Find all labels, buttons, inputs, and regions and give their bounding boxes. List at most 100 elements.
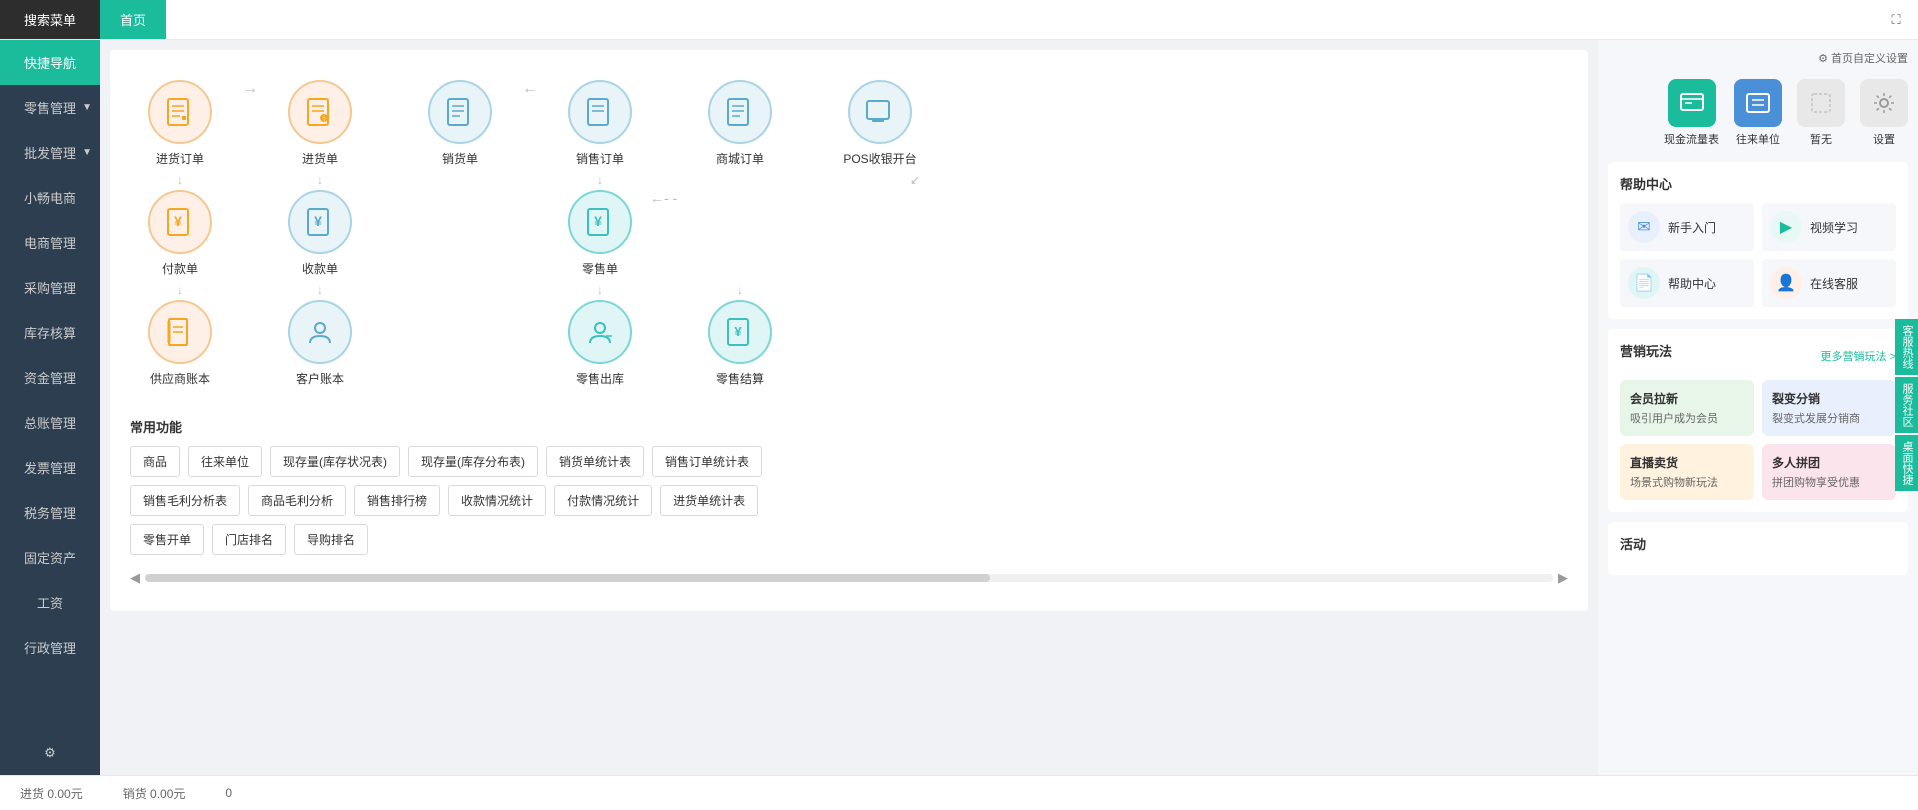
- func-btn-payment-stat[interactable]: 付款情况统计: [554, 485, 652, 516]
- flow-node-sales[interactable]: 销货单: [410, 80, 510, 167]
- home-custom-settings[interactable]: ⚙ 首页自定义设置: [1818, 50, 1908, 66]
- sidebar-item-xiaochangec[interactable]: 小畅电商: [0, 175, 100, 220]
- flow-node-purchase[interactable]: ↑ 进货单: [270, 80, 370, 167]
- mall-order-icon: [708, 80, 772, 144]
- quick-icon-settings[interactable]: 设置: [1860, 79, 1908, 147]
- sidebar-item-wholesale[interactable]: 批发管理 ▼: [0, 130, 100, 175]
- sidebar-item-admin[interactable]: 行政管理: [0, 625, 100, 670]
- func-btn-stock-status[interactable]: 现存量(库存状况表): [270, 446, 400, 477]
- sidebar: 快捷导航 零售管理 ▼ 批发管理 ▼ 小畅电商 电商管理 采购管理 库存核算 资…: [0, 40, 100, 775]
- v-arrow-4: ↙: [910, 172, 920, 188]
- marketing-item-member[interactable]: 会员拉新 吸引用户成为会员: [1620, 380, 1754, 436]
- arrow-left-1: ←: [510, 80, 550, 124]
- sidebar-item-salary[interactable]: 工资: [0, 580, 100, 625]
- supplier-book-label: 供应商账本: [150, 370, 210, 387]
- receipt-icon: ¥: [288, 190, 352, 254]
- retail-settlement-label: 零售结算: [716, 370, 764, 387]
- beginner-label: 新手入门: [1668, 219, 1716, 236]
- settings-gear-button[interactable]: ⚙: [0, 730, 100, 775]
- scroll-thumb[interactable]: [145, 574, 990, 582]
- marketing-item-group[interactable]: 多人拼团 拼团购物享受优惠: [1762, 444, 1896, 500]
- common-func-section: 常用功能 商品 往来单位 现存量(库存状况表) 现存量(库存分布表) 销货单统计…: [130, 417, 1568, 555]
- search-menu-btn[interactable]: 搜索菜单: [0, 0, 100, 39]
- sidebar-item-retail[interactable]: 零售管理 ▼: [0, 85, 100, 130]
- sidebar-item-label: 批发管理: [24, 143, 76, 162]
- flow-node-retail-settlement[interactable]: ¥ 零售结算: [690, 300, 790, 387]
- help-item-beginner[interactable]: ✉ 新手入门: [1620, 203, 1754, 251]
- func-btn-sales-margin[interactable]: 销售毛利分析表: [130, 485, 240, 516]
- help-item-video[interactable]: ▶ 视频学习: [1762, 203, 1896, 251]
- fission-desc: 裂变式发展分销商: [1772, 410, 1886, 426]
- sidebar-item-label: 快捷导航: [24, 53, 76, 72]
- more-marketing-link[interactable]: 更多营销玩法 >: [1821, 348, 1896, 364]
- total-purchase: 进货 0.00元: [20, 785, 83, 802]
- help-item-online[interactable]: 👤 在线客服: [1762, 259, 1896, 307]
- group-title: 多人拼团: [1772, 454, 1886, 471]
- svg-text:¥: ¥: [594, 213, 602, 229]
- quick-icons-row: 现金流量表 往来单位 暂无: [1608, 74, 1908, 152]
- fission-title: 裂变分销: [1772, 390, 1886, 407]
- func-btn-sales-stat[interactable]: 销货单统计表: [546, 446, 644, 477]
- quick-icon-contacts[interactable]: 往来单位: [1734, 79, 1782, 147]
- right-panel: ⚙ 首页自定义设置 现金流量表 往来单位: [1598, 40, 1918, 775]
- fullscreen-button[interactable]: ⛶: [1884, 8, 1908, 32]
- flow-node-retail-outbound[interactable]: 零售出库: [550, 300, 650, 387]
- quick-icon-none[interactable]: 暂无: [1797, 79, 1845, 147]
- svg-text:¥: ¥: [174, 213, 182, 229]
- sidebar-item-label: 税务管理: [24, 503, 76, 522]
- func-btn-store-rank[interactable]: 门店排名: [212, 524, 286, 555]
- flow-node-mall-order[interactable]: 商城订单: [690, 80, 790, 167]
- flow-node-purchase-order[interactable]: 进货订单: [130, 80, 230, 167]
- sidebar-item-assets[interactable]: 固定资产: [0, 535, 100, 580]
- sidebar-item-fund[interactable]: 资金管理: [0, 355, 100, 400]
- scroll-right-btn[interactable]: ▶: [1558, 570, 1568, 586]
- float-btn-community[interactable]: 服务社区: [1895, 377, 1918, 433]
- sidebar-item-ecommerce[interactable]: 电商管理: [0, 220, 100, 265]
- float-btn-service[interactable]: 客服热线: [1895, 319, 1918, 375]
- flow-node-payment[interactable]: ¥ 付款单: [130, 190, 230, 277]
- func-btn-sales-rank[interactable]: 销售排行榜: [354, 485, 440, 516]
- contacts-icon-box: [1734, 79, 1782, 127]
- func-btn-purchase-stat[interactable]: 进货单统计表: [660, 485, 758, 516]
- flow-node-retail[interactable]: ¥ 零售单: [550, 190, 650, 277]
- sidebar-item-purchase[interactable]: 采购管理: [0, 265, 100, 310]
- retail-label: 零售单: [582, 260, 618, 277]
- flow-node-receipt[interactable]: ¥ 收款单: [270, 190, 370, 277]
- sidebar-item-quicknav[interactable]: 快捷导航: [0, 40, 100, 85]
- func-btn-goods-margin[interactable]: 商品毛利分析: [248, 485, 346, 516]
- func-btn-contacts[interactable]: 往来单位: [188, 446, 262, 477]
- tab-home[interactable]: 首页: [100, 0, 166, 39]
- member-title: 会员拉新: [1630, 390, 1744, 407]
- help-item-help[interactable]: 📄 帮助中心: [1620, 259, 1754, 307]
- func-btn-retail-order[interactable]: 零售开单: [130, 524, 204, 555]
- sidebar-item-inventory[interactable]: 库存核算: [0, 310, 100, 355]
- func-btn-receipt-stat[interactable]: 收款情况统计: [448, 485, 546, 516]
- help-doc-label: 帮助中心: [1668, 275, 1716, 292]
- func-btn-goods[interactable]: 商品: [130, 446, 180, 477]
- quick-icon-cashflow[interactable]: 现金流量表: [1664, 79, 1719, 147]
- sidebar-item-ledger[interactable]: 总账管理: [0, 400, 100, 445]
- payment-label: 付款单: [162, 260, 198, 277]
- func-btn-guide-rank[interactable]: 导购排名: [294, 524, 368, 555]
- float-btn-desktop[interactable]: 桌面快捷: [1895, 435, 1918, 491]
- payment-icon: ¥: [148, 190, 212, 254]
- activity-section: 活动: [1608, 522, 1908, 575]
- cashflow-icon-box: [1668, 79, 1716, 127]
- marketing-item-live[interactable]: 直播卖货 场景式购物新玩法: [1620, 444, 1754, 500]
- member-desc: 吸引用户成为会员: [1630, 410, 1744, 426]
- flow-node-pos[interactable]: POS收银开台: [830, 80, 930, 167]
- flow-node-supplier-book[interactable]: 供应商账本: [130, 300, 230, 387]
- flow-node-customer-book[interactable]: 客户账本: [270, 300, 370, 387]
- flow-node-sales-order[interactable]: 销售订单: [550, 80, 650, 167]
- func-btn-row2: 销售毛利分析表 商品毛利分析 销售排行榜 收款情况统计 付款情况统计 进货单统计…: [130, 485, 1568, 516]
- scrollbar: ◀ ▶: [130, 565, 1568, 591]
- sidebar-item-invoice[interactable]: 发票管理: [0, 445, 100, 490]
- func-btn-stock-dist[interactable]: 现存量(库存分布表): [408, 446, 538, 477]
- settings-icon-box: [1860, 79, 1908, 127]
- func-btn-sales-order-stat[interactable]: 销售订单统计表: [652, 446, 762, 477]
- sidebar-item-tax[interactable]: 税务管理: [0, 490, 100, 535]
- marketing-item-fission[interactable]: 裂变分销 裂变式发展分销商: [1762, 380, 1896, 436]
- main-layout: 快捷导航 零售管理 ▼ 批发管理 ▼ 小畅电商 电商管理 采购管理 库存核算 资…: [0, 40, 1918, 775]
- scroll-left-btn[interactable]: ◀: [130, 570, 140, 586]
- v-arrow-2: ↓: [317, 172, 323, 188]
